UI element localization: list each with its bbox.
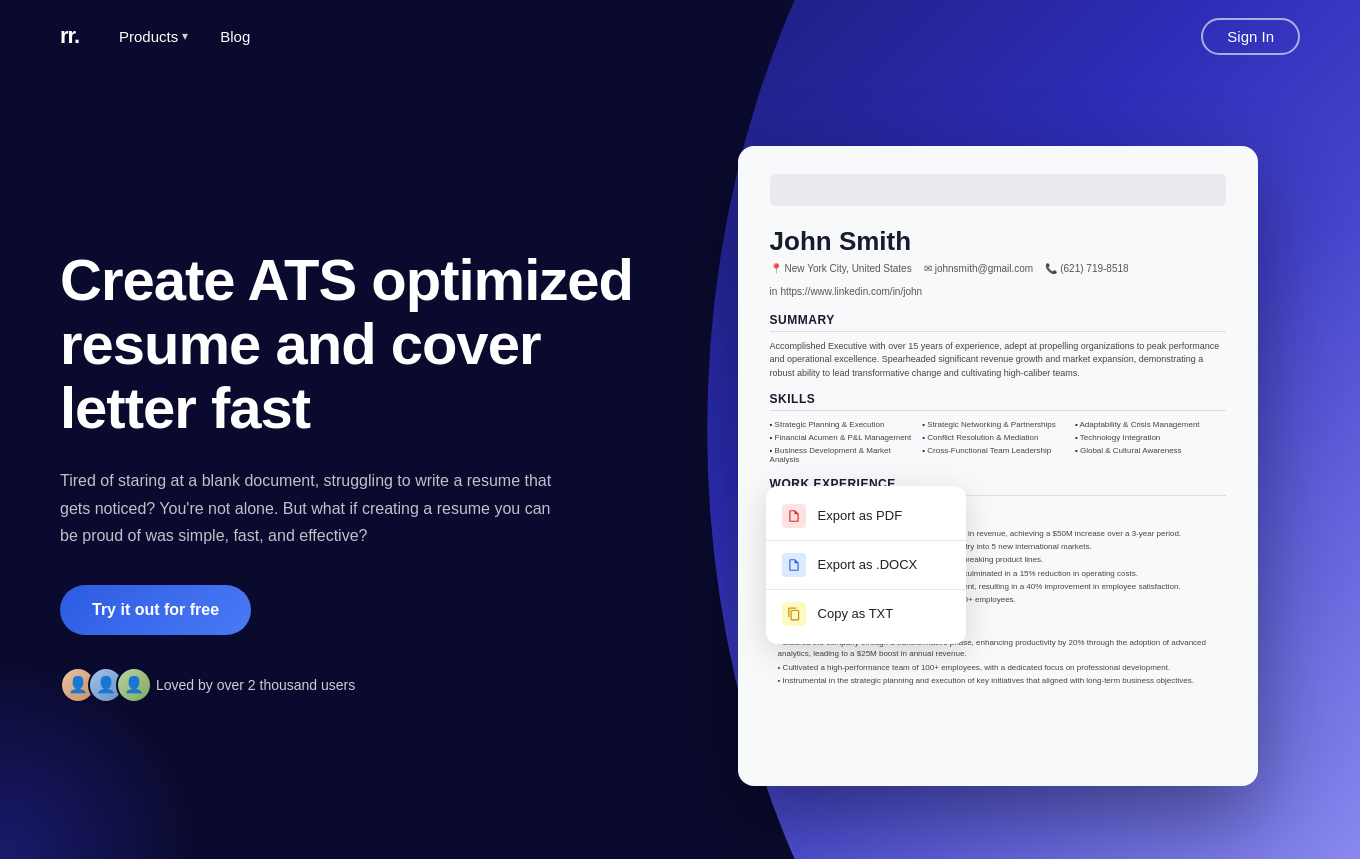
docx-icon: [782, 553, 806, 577]
divider: [766, 589, 966, 590]
hero-subtitle: Tired of staring at a blank document, st…: [60, 467, 560, 549]
skill-item: Strategic Networking & Partnerships: [922, 419, 1073, 430]
logo: rr.: [60, 23, 79, 49]
nav-blog[interactable]: Blog: [220, 28, 250, 45]
hero-right: Export as PDF Export as .DOCX Copy as TX…: [655, 146, 1300, 786]
nav-products[interactable]: Products ▾: [119, 28, 188, 45]
txt-icon: [782, 602, 806, 626]
social-proof-text: Loved by over 2 thousand users: [156, 677, 355, 693]
avatar-group: 👤 👤 👤: [60, 667, 144, 703]
hero-title: Create ATS optimized resume and cover le…: [60, 248, 655, 439]
sign-in-button[interactable]: Sign In: [1201, 18, 1300, 55]
hero-left: Create ATS optimized resume and cover le…: [60, 228, 655, 703]
nav-links: Products ▾ Blog: [119, 28, 250, 45]
skill-item: Strategic Planning & Execution: [770, 419, 921, 430]
divider: [766, 540, 966, 541]
export-popup: Export as PDF Export as .DOCX Copy as TX…: [766, 486, 966, 644]
resume-preview-card: Export as PDF Export as .DOCX Copy as TX…: [738, 146, 1258, 786]
skill-item: Business Development & Market Analysis: [770, 445, 921, 465]
contact-linkedin: in https://www.linkedin.com/in/john: [770, 286, 923, 297]
summary-text: Accomplished Executive with over 15 year…: [770, 340, 1226, 381]
chevron-down-icon: ▾: [182, 29, 188, 43]
skills-title: SKILLS: [770, 392, 1226, 411]
resume-contact: 📍 New York City, United States ✉ johnsmi…: [770, 263, 1226, 297]
copy-txt-item[interactable]: Copy as TXT: [766, 592, 966, 636]
skill-item: Conflict Resolution & Mediation: [922, 432, 1073, 443]
skill-item: Technology Integration: [1075, 432, 1226, 443]
avatar: 👤: [116, 667, 152, 703]
skill-item: Adaptability & Crisis Management: [1075, 419, 1226, 430]
cta-button[interactable]: Try it out for free: [60, 585, 251, 635]
skill-item: Cross-Functional Team Leadership: [922, 445, 1073, 465]
resume-content: John Smith 📍 New York City, United State…: [738, 146, 1258, 786]
resume-name: John Smith: [770, 226, 1226, 257]
skills-grid: Strategic Planning & Execution Strategic…: [770, 419, 1226, 465]
contact-phone: 📞 (621) 719-8518: [1045, 263, 1128, 274]
skill-item: Global & Cultural Awareness: [1075, 445, 1226, 465]
navbar: rr. Products ▾ Blog Sign In: [0, 0, 1360, 72]
main-content: Create ATS optimized resume and cover le…: [0, 72, 1360, 859]
social-proof: 👤 👤 👤 Loved by over 2 thousand users: [60, 667, 655, 703]
work-bullet: Cultivated a high-performance team of 10…: [778, 662, 1226, 673]
contact-email: ✉ johnsmith@gmail.com: [924, 263, 1034, 274]
nav-left: rr. Products ▾ Blog: [60, 23, 250, 49]
work-bullet: Instrumental in the strategic planning a…: [778, 675, 1226, 686]
pdf-icon: [782, 504, 806, 528]
skill-item: Financial Acumen & P&L Management: [770, 432, 921, 443]
summary-title: SUMMARY: [770, 313, 1226, 332]
contact-location: 📍 New York City, United States: [770, 263, 912, 274]
export-pdf-item[interactable]: Export as PDF: [766, 494, 966, 538]
export-docx-item[interactable]: Export as .DOCX: [766, 543, 966, 587]
resume-topbar: [770, 174, 1226, 206]
